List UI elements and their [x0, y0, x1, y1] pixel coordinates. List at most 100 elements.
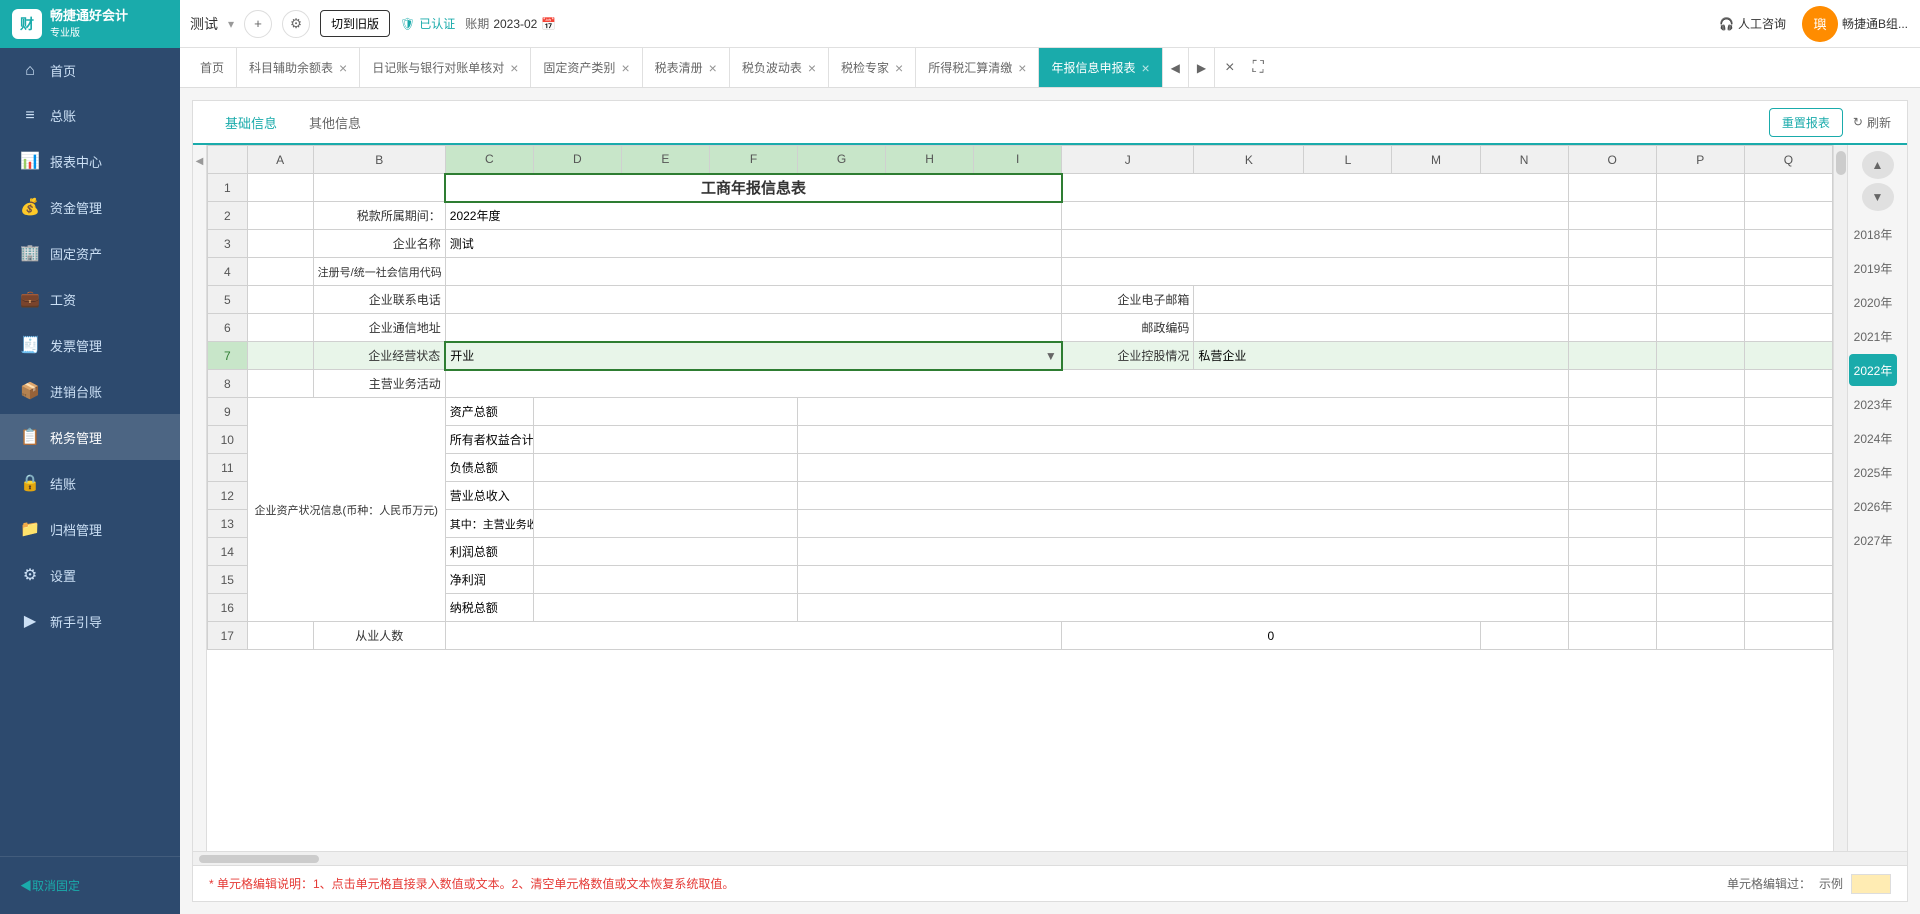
col-j[interactable]: J: [1062, 146, 1194, 174]
reset-report-button[interactable]: 重置报表: [1769, 108, 1843, 137]
tab-fixed[interactable]: 固定资产类别 ×: [531, 48, 642, 88]
row-7-q[interactable]: [1744, 342, 1832, 370]
row-12-rest[interactable]: [798, 482, 1569, 510]
col-e[interactable]: E: [621, 146, 709, 174]
row-6-o[interactable]: [1568, 314, 1656, 342]
row-14-c[interactable]: 利润总额: [445, 538, 533, 566]
row-13-rest[interactable]: [798, 510, 1569, 538]
row-15-p[interactable]: [1656, 566, 1744, 594]
tab-home[interactable]: 首页: [188, 48, 237, 88]
sidebar-item-reports[interactable]: 📊 报表中心: [0, 138, 180, 184]
row-10-val[interactable]: [533, 426, 797, 454]
collapse-left-button[interactable]: ◀: [193, 149, 207, 173]
row-12-q[interactable]: [1744, 482, 1832, 510]
row-12-o[interactable]: [1568, 482, 1656, 510]
row-8-o[interactable]: [1568, 370, 1656, 398]
year-2025[interactable]: 2025年: [1849, 456, 1897, 488]
row-3-c[interactable]: 测试: [445, 230, 1061, 258]
row-8-p[interactable]: [1656, 370, 1744, 398]
row-4-b[interactable]: 注册号/统一社会信用代码: [313, 258, 445, 286]
row-1-j[interactable]: [1062, 174, 1568, 202]
row-12-p[interactable]: [1656, 482, 1744, 510]
sidebar-item-archive[interactable]: 📁 归档管理: [0, 506, 180, 552]
scrollbar-thumb[interactable]: [1836, 151, 1846, 175]
row-7-o[interactable]: [1568, 342, 1656, 370]
row-7-a[interactable]: [247, 342, 313, 370]
row-16-val[interactable]: [533, 594, 797, 622]
tab-fixed-close[interactable]: ×: [621, 61, 629, 75]
row-10-rest[interactable]: [798, 426, 1569, 454]
row-11-val[interactable]: [533, 454, 797, 482]
row-4-j[interactable]: [1062, 258, 1568, 286]
year-2018[interactable]: 2018年: [1849, 218, 1897, 250]
add-button[interactable]: +: [244, 10, 272, 38]
row-2-c[interactable]: 2022年度: [445, 202, 1061, 230]
col-m[interactable]: M: [1392, 146, 1480, 174]
row-10-c[interactable]: 所有者权益合计: [445, 426, 533, 454]
row-1-a[interactable]: [247, 174, 313, 202]
row-9-p[interactable]: [1656, 398, 1744, 426]
year-2023[interactable]: 2023年: [1849, 388, 1897, 420]
cancel-fixed-btn[interactable]: ◀取消固定: [0, 867, 180, 904]
row-7-b[interactable]: 企业经营状态: [313, 342, 445, 370]
row-17-q[interactable]: [1744, 622, 1832, 650]
row-11-o[interactable]: [1568, 454, 1656, 482]
horizontal-scrollbar[interactable]: [193, 851, 1907, 865]
row-2-o[interactable]: [1568, 202, 1656, 230]
row-12-c[interactable]: 营业总收入: [445, 482, 533, 510]
row-5-email[interactable]: [1194, 286, 1568, 314]
refresh-button[interactable]: ↻ 刷新: [1853, 108, 1891, 137]
row-16-rest[interactable]: [798, 594, 1569, 622]
row-12-val[interactable]: [533, 482, 797, 510]
dropdown-arrow[interactable]: ▼: [1045, 349, 1057, 363]
tab-taxcheck[interactable]: 税检专家 ×: [829, 48, 916, 88]
col-p[interactable]: P: [1656, 146, 1744, 174]
row-1-title[interactable]: 工商年报信息表: [445, 174, 1061, 202]
col-f[interactable]: F: [709, 146, 797, 174]
row-6-postal[interactable]: [1194, 314, 1568, 342]
col-h[interactable]: H: [886, 146, 974, 174]
row-15-val[interactable]: [533, 566, 797, 594]
row-9-val[interactable]: [533, 398, 797, 426]
tab-taxwave[interactable]: 税负波动表 ×: [730, 48, 829, 88]
user-info[interactable]: 畅捷通B组...: [1802, 6, 1908, 42]
row-11-q[interactable]: [1744, 454, 1832, 482]
row-14-val[interactable]: [533, 538, 797, 566]
year-up-button[interactable]: ▲: [1862, 151, 1894, 179]
row-17-b[interactable]: 从业人数: [313, 622, 445, 650]
row-9-rest[interactable]: [798, 398, 1569, 426]
row-16-c[interactable]: 纳税总额: [445, 594, 533, 622]
row-7-status[interactable]: 开业 ▼: [445, 342, 1061, 370]
row-15-rest[interactable]: [798, 566, 1569, 594]
sidebar-item-assets[interactable]: 🏢 固定资产: [0, 230, 180, 276]
row-5-a[interactable]: [247, 286, 313, 314]
sidebar-item-ledger[interactable]: ≡ 总账: [0, 93, 180, 138]
sidebar-item-guide[interactable]: ▶ 新手引导: [0, 598, 180, 644]
tab-close-all-button[interactable]: ×: [1215, 48, 1244, 88]
sidebar-item-finance[interactable]: 💰 资金管理: [0, 184, 180, 230]
switch-version-button[interactable]: 切到旧版: [320, 10, 390, 37]
row-2-b[interactable]: 税款所属期间：: [313, 202, 445, 230]
row-13-q[interactable]: [1744, 510, 1832, 538]
row-3-b[interactable]: 企业名称: [313, 230, 445, 258]
row-4-p[interactable]: [1656, 258, 1744, 286]
row-15-c[interactable]: 净利润: [445, 566, 533, 594]
row-14-q[interactable]: [1744, 538, 1832, 566]
h-scrollbar-thumb[interactable]: [199, 855, 319, 863]
row-10-p[interactable]: [1656, 426, 1744, 454]
row-6-addr[interactable]: [445, 314, 1061, 342]
row-4-c[interactable]: [445, 258, 1061, 286]
tab-journal[interactable]: 日记账与银行对账单核对 ×: [360, 48, 531, 88]
row-3-p[interactable]: [1656, 230, 1744, 258]
row-7-p[interactable]: [1656, 342, 1744, 370]
col-c[interactable]: C: [445, 146, 533, 174]
workspace-dropdown[interactable]: ▾: [228, 17, 234, 31]
row-8-activity[interactable]: [445, 370, 1568, 398]
row-8-q[interactable]: [1744, 370, 1832, 398]
row-16-p[interactable]: [1656, 594, 1744, 622]
year-down-button[interactable]: ▼: [1862, 183, 1894, 211]
row-1-p[interactable]: [1656, 174, 1744, 202]
col-i[interactable]: I: [974, 146, 1062, 174]
row-5-q[interactable]: [1744, 286, 1832, 314]
year-2027[interactable]: 2027年: [1849, 524, 1897, 556]
